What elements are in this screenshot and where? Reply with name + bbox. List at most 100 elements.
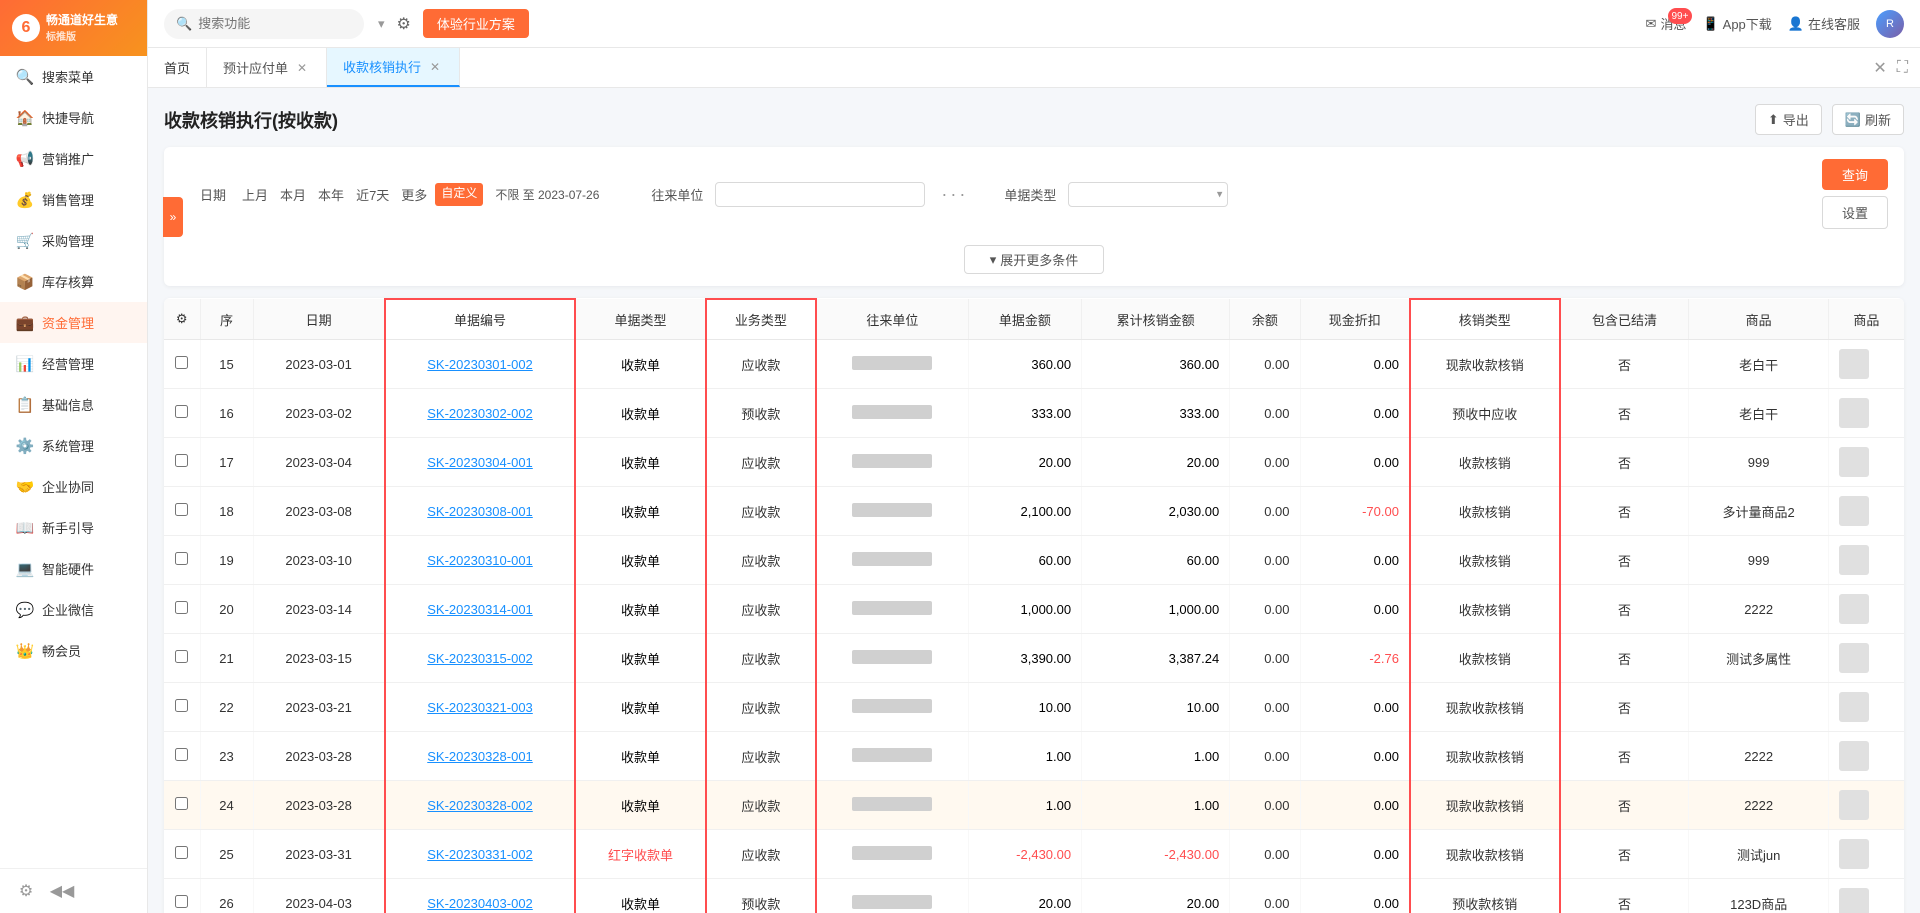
td-checkbox[interactable]: [164, 438, 200, 487]
row-checkbox[interactable]: [175, 552, 188, 565]
date-this-month[interactable]: 本月: [276, 183, 310, 206]
table-row[interactable]: 18 2023-03-08 SK-20230308-001 收款单 应收款 2,…: [164, 487, 1904, 536]
bill-no-link[interactable]: SK-20230314-001: [427, 602, 533, 617]
td-bill-no[interactable]: SK-20230328-001: [385, 732, 576, 781]
td-checkbox[interactable]: [164, 634, 200, 683]
bill-no-link[interactable]: SK-20230403-002: [427, 896, 533, 911]
td-bill-no[interactable]: SK-20230403-002: [385, 879, 576, 913]
expand-tab-icon[interactable]: ⛶: [1897, 59, 1908, 77]
row-checkbox[interactable]: [175, 454, 188, 467]
tab-prepay[interactable]: 预计应付单 ✕: [207, 48, 327, 87]
counterpart-input[interactable]: [715, 182, 925, 207]
bill-no-link[interactable]: SK-20230331-002: [427, 847, 533, 862]
td-checkbox[interactable]: [164, 340, 200, 389]
industry-btn[interactable]: 体验行业方案: [423, 9, 529, 38]
collapse-btn[interactable]: ◀◀: [48, 877, 76, 905]
online-service-btn[interactable]: 👤 在线客服: [1788, 14, 1860, 33]
table-row[interactable]: 25 2023-03-31 SK-20230331-002 红字收款单 应收款 …: [164, 830, 1904, 879]
bill-no-link[interactable]: SK-20230304-001: [427, 455, 533, 470]
sidebar-item-basic[interactable]: 📋 基础信息: [0, 384, 147, 425]
bill-no-link[interactable]: SK-20230302-002: [427, 406, 533, 421]
td-checkbox[interactable]: [164, 683, 200, 732]
table-row[interactable]: 16 2023-03-02 SK-20230302-002 收款单 预收款 33…: [164, 389, 1904, 438]
td-bill-no[interactable]: SK-20230315-002: [385, 634, 576, 683]
row-checkbox[interactable]: [175, 797, 188, 810]
td-checkbox[interactable]: [164, 879, 200, 913]
sidebar-item-marketing[interactable]: 📢 营销推广: [0, 138, 147, 179]
table-row[interactable]: 24 2023-03-28 SK-20230328-002 收款单 应收款 1.…: [164, 781, 1904, 830]
table-row[interactable]: 23 2023-03-28 SK-20230328-001 收款单 应收款 1.…: [164, 732, 1904, 781]
date-last-month[interactable]: 上月: [238, 183, 272, 206]
tab-prepay-close[interactable]: ✕: [294, 60, 310, 76]
row-checkbox[interactable]: [175, 699, 188, 712]
row-checkbox[interactable]: [175, 356, 188, 369]
td-checkbox[interactable]: [164, 732, 200, 781]
filter-toggle-btn[interactable]: »: [163, 197, 183, 237]
sidebar-item-operation[interactable]: 📊 经营管理: [0, 343, 147, 384]
message-btn[interactable]: ✉ 消息 99+: [1646, 14, 1687, 33]
bill-no-link[interactable]: SK-20230328-001: [427, 749, 533, 764]
chevron-down-icon[interactable]: ▾: [378, 16, 385, 32]
row-checkbox[interactable]: [175, 846, 188, 859]
sidebar-item-guide[interactable]: 📖 新手引导: [0, 507, 147, 548]
sidebar-item-finance[interactable]: 💼 资金管理: [0, 302, 147, 343]
tab-receipt-close[interactable]: ✕: [427, 59, 443, 75]
close-tab-icon[interactable]: ✕: [1873, 58, 1886, 78]
sidebar-item-system[interactable]: ⚙️ 系统管理: [0, 425, 147, 466]
gear-icon[interactable]: ⚙: [397, 14, 411, 34]
td-bill-no[interactable]: SK-20230304-001: [385, 438, 576, 487]
td-checkbox[interactable]: [164, 830, 200, 879]
date-7days[interactable]: 近7天: [352, 183, 393, 206]
settings-btn[interactable]: ⚙: [12, 877, 40, 905]
bill-no-link[interactable]: SK-20230308-001: [427, 504, 533, 519]
bill-no-link[interactable]: SK-20230328-002: [427, 798, 533, 813]
table-row[interactable]: 19 2023-03-10 SK-20230310-001 收款单 应收款 60…: [164, 536, 1904, 585]
table-row[interactable]: 17 2023-03-04 SK-20230304-001 收款单 应收款 20…: [164, 438, 1904, 487]
export-btn[interactable]: ⬆ 导出: [1755, 104, 1822, 135]
sidebar-item-member[interactable]: 👑 畅会员: [0, 630, 147, 671]
td-checkbox[interactable]: [164, 781, 200, 830]
bill-no-link[interactable]: SK-20230315-002: [427, 651, 533, 666]
bill-type-select[interactable]: [1068, 182, 1228, 207]
sidebar-item-hardware[interactable]: 💻 智能硬件: [0, 548, 147, 589]
row-checkbox[interactable]: [175, 601, 188, 614]
expand-btn[interactable]: ▾ 展开更多条件: [964, 245, 1104, 274]
date-custom[interactable]: 自定义: [435, 183, 483, 206]
tab-receipt[interactable]: 收款核销执行 ✕: [327, 48, 460, 87]
sidebar-item-wechat[interactable]: 💬 企业微信: [0, 589, 147, 630]
table-row[interactable]: 26 2023-04-03 SK-20230403-002 收款单 预收款 20…: [164, 879, 1904, 913]
row-checkbox[interactable]: [175, 405, 188, 418]
user-avatar[interactable]: R: [1876, 10, 1904, 38]
sidebar-item-sales[interactable]: 💰 销售管理: [0, 179, 147, 220]
row-checkbox[interactable]: [175, 748, 188, 761]
settings-icon[interactable]: ⚙: [176, 311, 188, 326]
sidebar-item-enterprise[interactable]: 🤝 企业协同: [0, 466, 147, 507]
td-bill-no[interactable]: SK-20230310-001: [385, 536, 576, 585]
td-bill-no[interactable]: SK-20230331-002: [385, 830, 576, 879]
sidebar-item-inventory[interactable]: 📦 库存核算: [0, 261, 147, 302]
row-checkbox[interactable]: [175, 650, 188, 663]
bill-no-link[interactable]: SK-20230321-003: [427, 700, 533, 715]
th-settings[interactable]: ⚙: [164, 299, 200, 340]
date-more[interactable]: 更多: [397, 183, 431, 206]
td-bill-no[interactable]: SK-20230321-003: [385, 683, 576, 732]
bill-no-link[interactable]: SK-20230301-002: [427, 357, 533, 372]
bill-no-link[interactable]: SK-20230310-001: [427, 553, 533, 568]
search-bar[interactable]: 🔍: [164, 9, 364, 39]
query-btn[interactable]: 查询: [1822, 159, 1888, 190]
td-checkbox[interactable]: [164, 389, 200, 438]
td-checkbox[interactable]: [164, 487, 200, 536]
search-input[interactable]: [198, 16, 352, 31]
table-row[interactable]: 22 2023-03-21 SK-20230321-003 收款单 应收款 10…: [164, 683, 1904, 732]
table-row[interactable]: 21 2023-03-15 SK-20230315-002 收款单 应收款 3,…: [164, 634, 1904, 683]
td-bill-no[interactable]: SK-20230302-002: [385, 389, 576, 438]
td-checkbox[interactable]: [164, 585, 200, 634]
sidebar-item-quick[interactable]: 🏠 快捷导航: [0, 97, 147, 138]
td-bill-no[interactable]: SK-20230301-002: [385, 340, 576, 389]
table-row[interactable]: 15 2023-03-01 SK-20230301-002 收款单 应收款 36…: [164, 340, 1904, 389]
sidebar-item-purchase[interactable]: 🛒 采购管理: [0, 220, 147, 261]
row-checkbox[interactable]: [175, 895, 188, 908]
refresh-btn[interactable]: 🔄 刷新: [1832, 104, 1904, 135]
td-bill-no[interactable]: SK-20230328-002: [385, 781, 576, 830]
td-bill-no[interactable]: SK-20230308-001: [385, 487, 576, 536]
